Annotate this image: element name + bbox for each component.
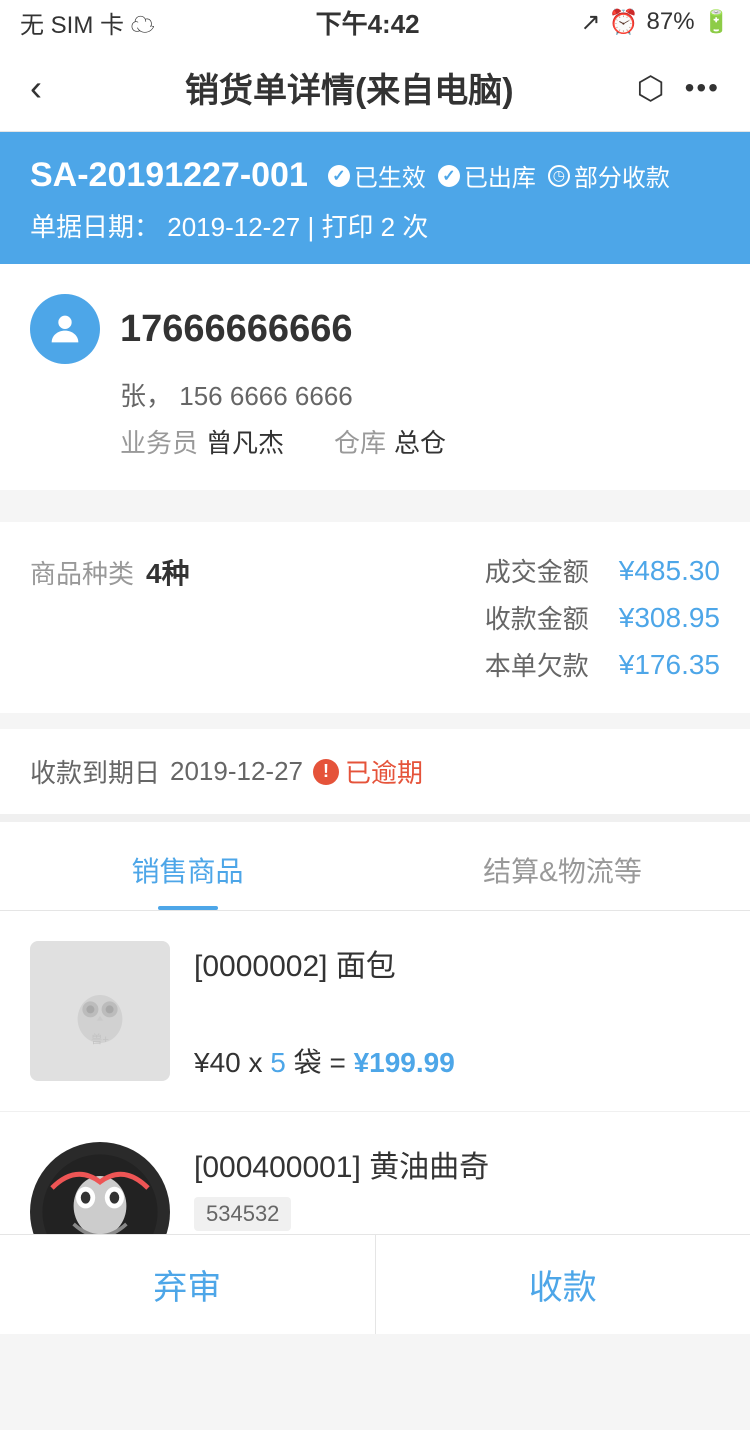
check-icon-2: ✓	[438, 165, 460, 187]
received-amount-row: 收款金额 ¥308.95	[485, 599, 720, 636]
customer-name: 张	[120, 381, 146, 411]
print-info: | 打印 2 次	[307, 212, 428, 242]
product-title-2: 黄油曲奇	[369, 1151, 489, 1184]
warehouse-label: 仓库	[334, 423, 386, 460]
status-bar: 无 SIM 卡 ☁ 下午4:42 ↗ ⏰ 87% 🔋	[0, 0, 750, 44]
deal-amount-row: 成交金额 ¥485.30	[485, 552, 720, 589]
product-unit-1: 袋	[294, 1047, 322, 1078]
overdue-text: 已逾期	[345, 753, 423, 790]
order-header: SA-20191227-001 ✓ 已生效 ✓ 已出库 ◷ 部分收款 单据日期：…	[0, 132, 750, 264]
deal-amount-label: 成交金额	[485, 552, 589, 589]
customer-name-phone: 张， 156 6666 6666	[120, 376, 720, 413]
product-name-2: [000400001] 黄油曲奇	[194, 1142, 720, 1186]
price-x-1: x	[249, 1047, 271, 1078]
price-base-1: ¥40	[194, 1047, 241, 1078]
status-left: 无 SIM 卡 ☁	[20, 5, 155, 40]
product-image-1: 兽+	[30, 941, 170, 1081]
customer-avatar	[30, 294, 100, 364]
product-types-label: 商品种类	[30, 554, 134, 591]
share-icon[interactable]: ⬡	[637, 69, 665, 107]
product-name-1: [0000002] 面包	[194, 941, 720, 985]
tab-settlement[interactable]: 结算&物流等	[375, 822, 750, 910]
product-sku-2: 534532	[194, 1197, 291, 1231]
customer-row: 17666666666	[30, 294, 720, 364]
tab-sales-products-label: 销售商品	[131, 856, 243, 887]
table-row: 兽+ [0000002] 面包 ¥40 x 5 袋 = ¥199.99	[0, 911, 750, 1112]
received-label: 收款金额	[485, 599, 589, 636]
nav-right-actions: ⬡ •••	[637, 69, 720, 107]
bottom-bar: 弃审 收款	[0, 1234, 750, 1334]
sales-label: 业务员	[120, 423, 198, 460]
status-partial-payment: ◷ 部分收款	[548, 158, 670, 193]
deal-amount-value: ¥485.30	[619, 555, 720, 587]
customer-section: 17666666666 张， 156 6666 6666 业务员 曾凡杰 仓库 …	[0, 264, 750, 490]
product-types-value: 4种	[146, 552, 190, 592]
order-date: 2019-12-27	[167, 212, 300, 242]
summary-right: 成交金额 ¥485.30 收款金额 ¥308.95 本单欠款 ¥176.35	[485, 552, 720, 683]
order-date-info: 单据日期： 2019-12-27 | 打印 2 次	[30, 207, 720, 244]
svg-text:兽+: 兽+	[91, 1032, 109, 1046]
customer-phone: 17666666666	[120, 308, 352, 351]
status-tags: ✓ 已生效 ✓ 已出库 ◷ 部分收款	[328, 158, 670, 193]
battery-icon: 🔋	[703, 9, 730, 35]
due-date-value: 2019-12-27	[170, 756, 303, 787]
overdue-exclamation-icon: !	[313, 759, 339, 785]
more-options-icon[interactable]: •••	[685, 72, 720, 104]
owed-amount-row: 本单欠款 ¥176.35	[485, 646, 720, 683]
clock-icon: ◷	[548, 165, 570, 187]
status-effective: ✓ 已生效	[328, 158, 426, 193]
alarm-icon: ⏰	[609, 8, 639, 37]
back-button[interactable]: ‹	[30, 67, 62, 109]
owed-label: 本单欠款	[485, 646, 589, 683]
customer-alt-phone: 156 6666 6666	[179, 381, 353, 411]
product-types-item: 商品种类 4种	[30, 552, 190, 592]
summary-section: 商品种类 4种 成交金额 ¥485.30 收款金额 ¥308.95 本单欠款 ¥…	[0, 522, 750, 713]
product-total-1: ¥199.99	[354, 1047, 455, 1078]
product-info-1: [0000002] 面包 ¥40 x 5 袋 = ¥199.99	[194, 941, 720, 1081]
sales-person: 曾凡杰	[206, 423, 284, 460]
price-eq-1: =	[329, 1047, 353, 1078]
product-title-1: 面包	[336, 950, 396, 983]
status-time: 下午4:42	[316, 4, 420, 41]
product-code-1: [0000002]	[194, 950, 327, 983]
collect-payment-button[interactable]: 收款	[376, 1235, 750, 1334]
received-amount-value: ¥308.95	[619, 602, 720, 634]
status-right: ↗ ⏰ 87% 🔋	[581, 8, 730, 37]
signal-text: 无 SIM 卡 ☁	[20, 5, 155, 40]
status-effective-label: 已生效	[354, 158, 426, 193]
page-title: 销货单详情(来自电脑)	[62, 63, 637, 112]
location-icon: ↗	[581, 8, 601, 37]
status-partial-label: 部分收款	[574, 158, 670, 193]
tab-settlement-label: 结算&物流等	[483, 856, 642, 887]
customer-meta: 业务员 曾凡杰 仓库 总仓	[120, 423, 720, 460]
product-code-2: [000400001]	[194, 1151, 361, 1184]
product-price-1: ¥40 x 5 袋 = ¥199.99	[194, 1041, 720, 1081]
due-date-section: 收款到期日 2019-12-27 ! 已逾期	[0, 729, 750, 822]
abandon-review-button[interactable]: 弃审	[0, 1235, 376, 1334]
product-tabs: 销售商品 结算&物流等	[0, 822, 750, 911]
status-delivered-label: 已出库	[464, 158, 536, 193]
user-avatar-icon	[45, 309, 85, 349]
summary-row: 商品种类 4种 成交金额 ¥485.30 收款金额 ¥308.95 本单欠款 ¥…	[30, 552, 720, 683]
summary-left: 商品种类 4种	[30, 552, 190, 592]
product-thumbnail-owl: 兽+	[60, 971, 140, 1051]
nav-bar: ‹ 销货单详情(来自电脑) ⬡ •••	[0, 44, 750, 132]
status-delivered: ✓ 已出库	[438, 158, 536, 193]
check-icon-1: ✓	[328, 165, 350, 187]
owed-amount-value: ¥176.35	[619, 649, 720, 681]
product-qty-1: 5	[270, 1047, 286, 1078]
divider-1	[0, 506, 750, 522]
overdue-badge: ! 已逾期	[313, 753, 423, 790]
battery-text: 87%	[647, 8, 695, 36]
date-label: 单据日期：	[30, 212, 160, 242]
order-id: SA-20191227-001	[30, 156, 308, 195]
due-date-label: 收款到期日	[30, 753, 160, 790]
warehouse-value: 总仓	[394, 423, 446, 460]
tab-sales-products[interactable]: 销售商品	[0, 822, 375, 910]
